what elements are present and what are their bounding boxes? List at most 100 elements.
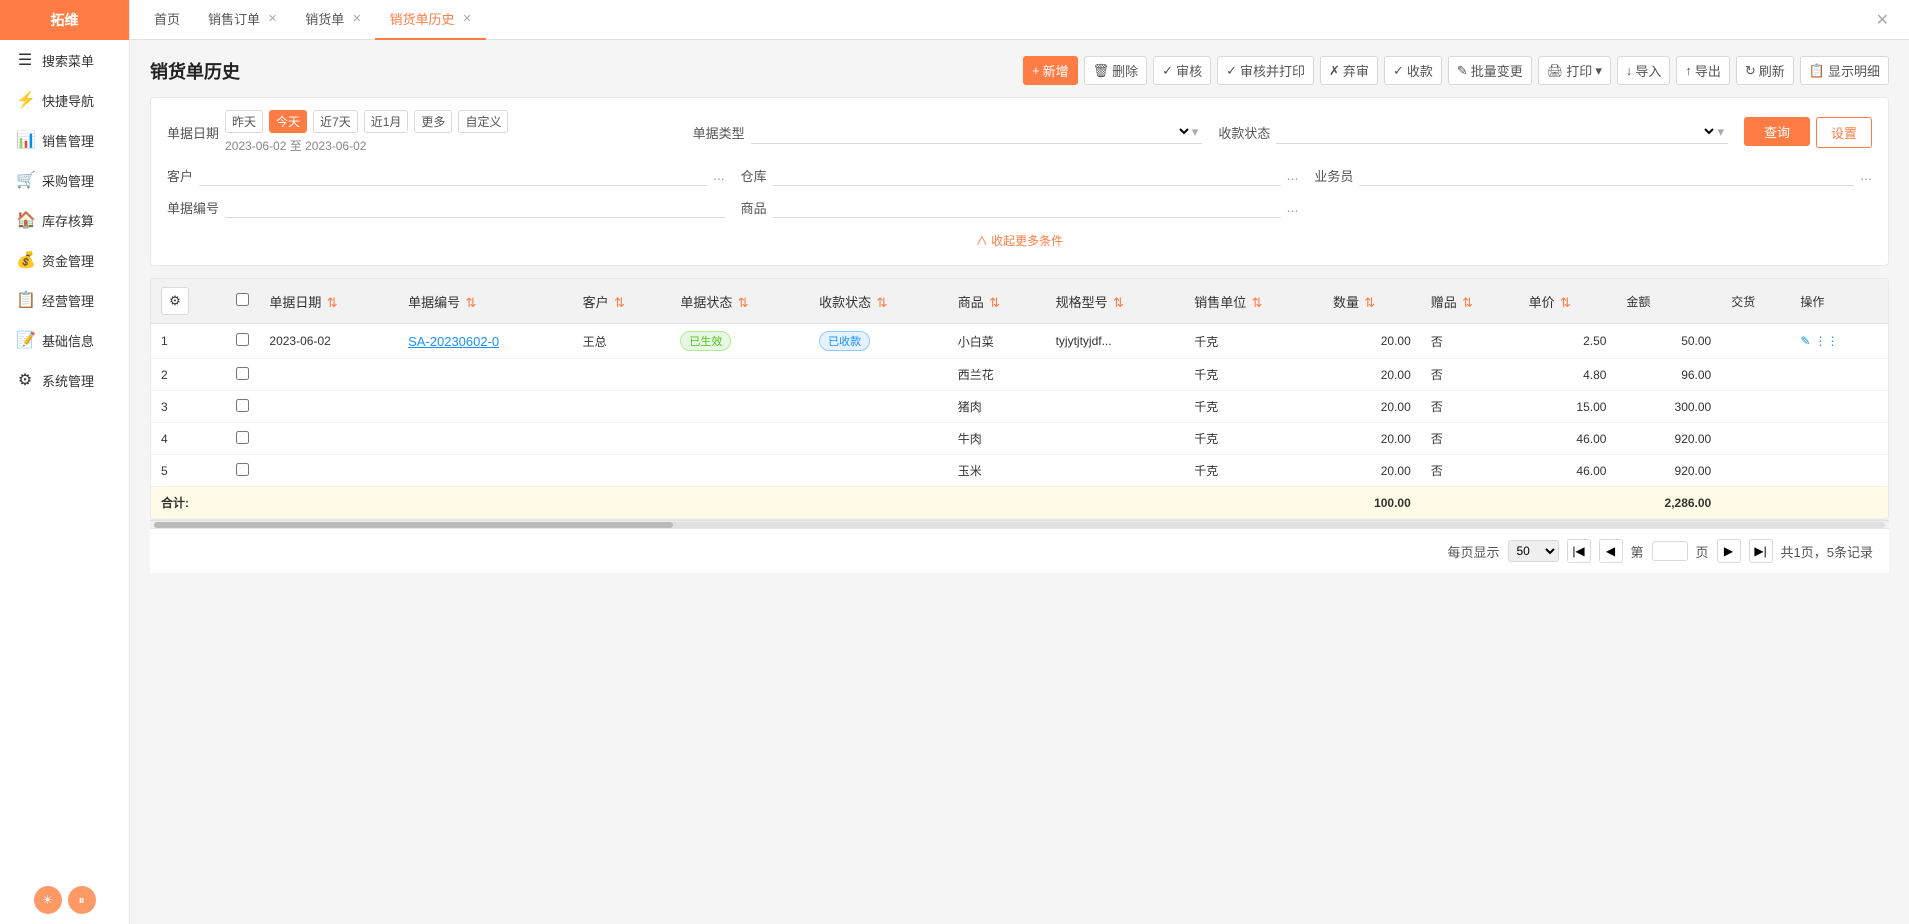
print-button[interactable]: 🖨 打印 ▾ [1538,56,1611,85]
sidebar-item-sys-mgmt[interactable]: ⚙ 系统管理 [0,360,129,400]
new-button[interactable]: + 新增 [1023,56,1078,85]
row-checkbox[interactable] [226,455,259,487]
doc-no-link[interactable]: SA-20230602-0 [408,334,499,349]
tab-sales-order-label: 销售订单 [208,9,260,28]
prev-page-btn[interactable]: ◀ [1599,539,1623,563]
horizontal-scrollbar[interactable] [150,520,1889,528]
row-checkbox[interactable] [226,359,259,391]
show-detail-button[interactable]: 📋 显示明细 [1800,56,1889,85]
total-info: 共1页，5条记录 [1781,542,1873,561]
customer-input[interactable] [199,164,707,186]
row-price: 46.00 [1519,423,1617,455]
col-doc-status-sort[interactable]: ⇅ [738,295,749,310]
quick-1month[interactable]: 近1月 [364,110,409,133]
col-product-label: 商品 [958,295,984,310]
tab-home[interactable]: 首页 [140,0,194,40]
query-button[interactable]: 查询 [1744,117,1810,146]
summary-amount: 2,286.00 [1616,487,1721,519]
tab-delivery-history[interactable]: 销货单历史 ✕ [375,0,485,40]
import-button[interactable]: ↓ 导入 [1617,56,1671,85]
sidebar-item-finance[interactable]: 💰 资金管理 [0,240,129,280]
first-page-btn[interactable]: |◀ [1567,539,1591,563]
sidebar-item-search-menu[interactable]: ☰ 搜索菜单 [0,40,129,80]
quick-yesterday[interactable]: 昨天 [225,110,263,133]
sidebar-item-sales-mgmt[interactable]: 📊 销售管理 [0,120,129,160]
sidebar-bottom-btn2[interactable]: ⏸ [68,886,96,914]
staff-picker-btn[interactable]: ... [1860,167,1872,183]
tab-delivery-history-close[interactable]: ✕ [463,12,472,25]
row-spec: tyjytjtyjdf... [1046,324,1185,359]
quick-more[interactable]: 更多 [414,110,452,133]
audit-print-button[interactable]: ✓ 审核并打印 [1217,56,1314,85]
staff-input[interactable] [1359,164,1854,186]
col-qty-sort[interactable]: ⇅ [1364,295,1375,310]
next-page-btn[interactable]: ▶ [1717,539,1741,563]
quick-today[interactable]: 今天 [269,110,307,133]
batch-change-button[interactable]: ✎ 批量变更 [1448,56,1532,85]
edit-btn[interactable]: ✎ [1800,334,1810,348]
row-checkbox[interactable] [226,391,259,423]
col-unit-sort[interactable]: ⇅ [1252,295,1263,310]
col-pay-status-sort[interactable]: ⇅ [876,295,887,310]
page-number-input[interactable]: 1 [1652,541,1688,561]
tab-home-label: 首页 [154,9,180,28]
tab-delivery[interactable]: 销货单 ✕ [291,0,375,40]
more-btn[interactable]: ⋮⋮ [1814,334,1838,348]
col-date-sort[interactable]: ⇅ [327,295,338,310]
collapse-bar[interactable]: ∧ 收起更多条件 [167,228,1872,253]
product-input[interactable] [773,196,1281,218]
export-button[interactable]: ↑ 导出 [1676,56,1730,85]
select-all-checkbox[interactable] [236,293,249,306]
tab-close-all-button[interactable]: ✕ [1866,10,1899,30]
quick-7days[interactable]: 近7天 [313,110,358,133]
col-doc-status-label: 单据状态 [680,295,732,310]
col-product: 商品 ⇅ [948,279,1046,324]
tab-sales-order-close[interactable]: ✕ [268,12,277,25]
table-settings-button[interactable]: ⚙ [161,287,189,315]
search-menu-icon: ☰ [16,50,34,70]
setting-button[interactable]: 设置 [1816,117,1872,148]
row-doc-status [670,423,809,455]
doc-no-input[interactable] [225,196,725,218]
tab-sales-order[interactable]: 销售订单 ✕ [194,0,291,40]
row-date [259,455,398,487]
tab-delivery-close[interactable]: ✕ [352,12,361,25]
scrollbar-thumb[interactable] [154,522,673,528]
delete-button[interactable]: 🗑 删除 [1084,56,1148,85]
col-price-sort[interactable]: ⇅ [1560,295,1571,310]
sidebar-item-basic-info[interactable]: 📝 基础信息 [0,320,129,360]
last-page-btn[interactable]: ▶| [1749,539,1773,563]
sidebar-item-quick-nav[interactable]: ⚡ 快捷导航 [0,80,129,120]
product-picker-btn[interactable]: ... [1287,199,1299,215]
col-doc-no-sort[interactable]: ⇅ [465,295,476,310]
sidebar-item-purchase-mgmt[interactable]: 🛒 采购管理 [0,160,129,200]
page-size-select[interactable]: 20 50 100 [1508,540,1559,562]
basic-info-icon: 📝 [16,330,34,350]
doc-type-select[interactable] [755,123,1192,140]
refresh-button[interactable]: ↻ 刷新 [1736,56,1794,85]
col-product-sort[interactable]: ⇅ [989,295,1000,310]
audit-button[interactable]: ✓ 审核 [1153,56,1211,85]
abandon-button[interactable]: ✗ 弃审 [1320,56,1378,85]
sidebar-item-ops[interactable]: 📋 经营管理 [0,280,129,320]
col-qty: 数量 ⇅ [1323,279,1421,324]
warehouse-picker-btn[interactable]: ... [1287,167,1299,183]
scrollbar-track[interactable] [154,522,1885,528]
purchase-icon: 🛒 [16,170,34,190]
warehouse-input[interactable] [773,164,1281,186]
table-header-row: ⚙ 单据日期 ⇅ 单据编号 ⇅ [151,279,1888,324]
col-customer-sort[interactable]: ⇅ [614,295,625,310]
col-spec-sort[interactable]: ⇅ [1113,295,1124,310]
sidebar-bottom-btn1[interactable]: ☀ [34,886,62,914]
quick-custom[interactable]: 自定义 [458,110,508,133]
pay-status-select[interactable] [1280,123,1717,140]
tab-delivery-history-label: 销货单历史 [389,9,454,28]
table-row: 4 牛肉 千克 20.00 否 46.00 920.00 [151,423,1888,455]
row-checkbox[interactable] [226,423,259,455]
customer-picker-btn[interactable]: ... [713,167,725,183]
row-unit: 千克 [1184,423,1323,455]
col-gift-sort[interactable]: ⇅ [1462,295,1473,310]
collect-button[interactable]: ✓ 收款 [1384,56,1442,85]
row-checkbox[interactable] [226,324,259,359]
sidebar-item-inventory[interactable]: 🏠 库存核算 [0,200,129,240]
